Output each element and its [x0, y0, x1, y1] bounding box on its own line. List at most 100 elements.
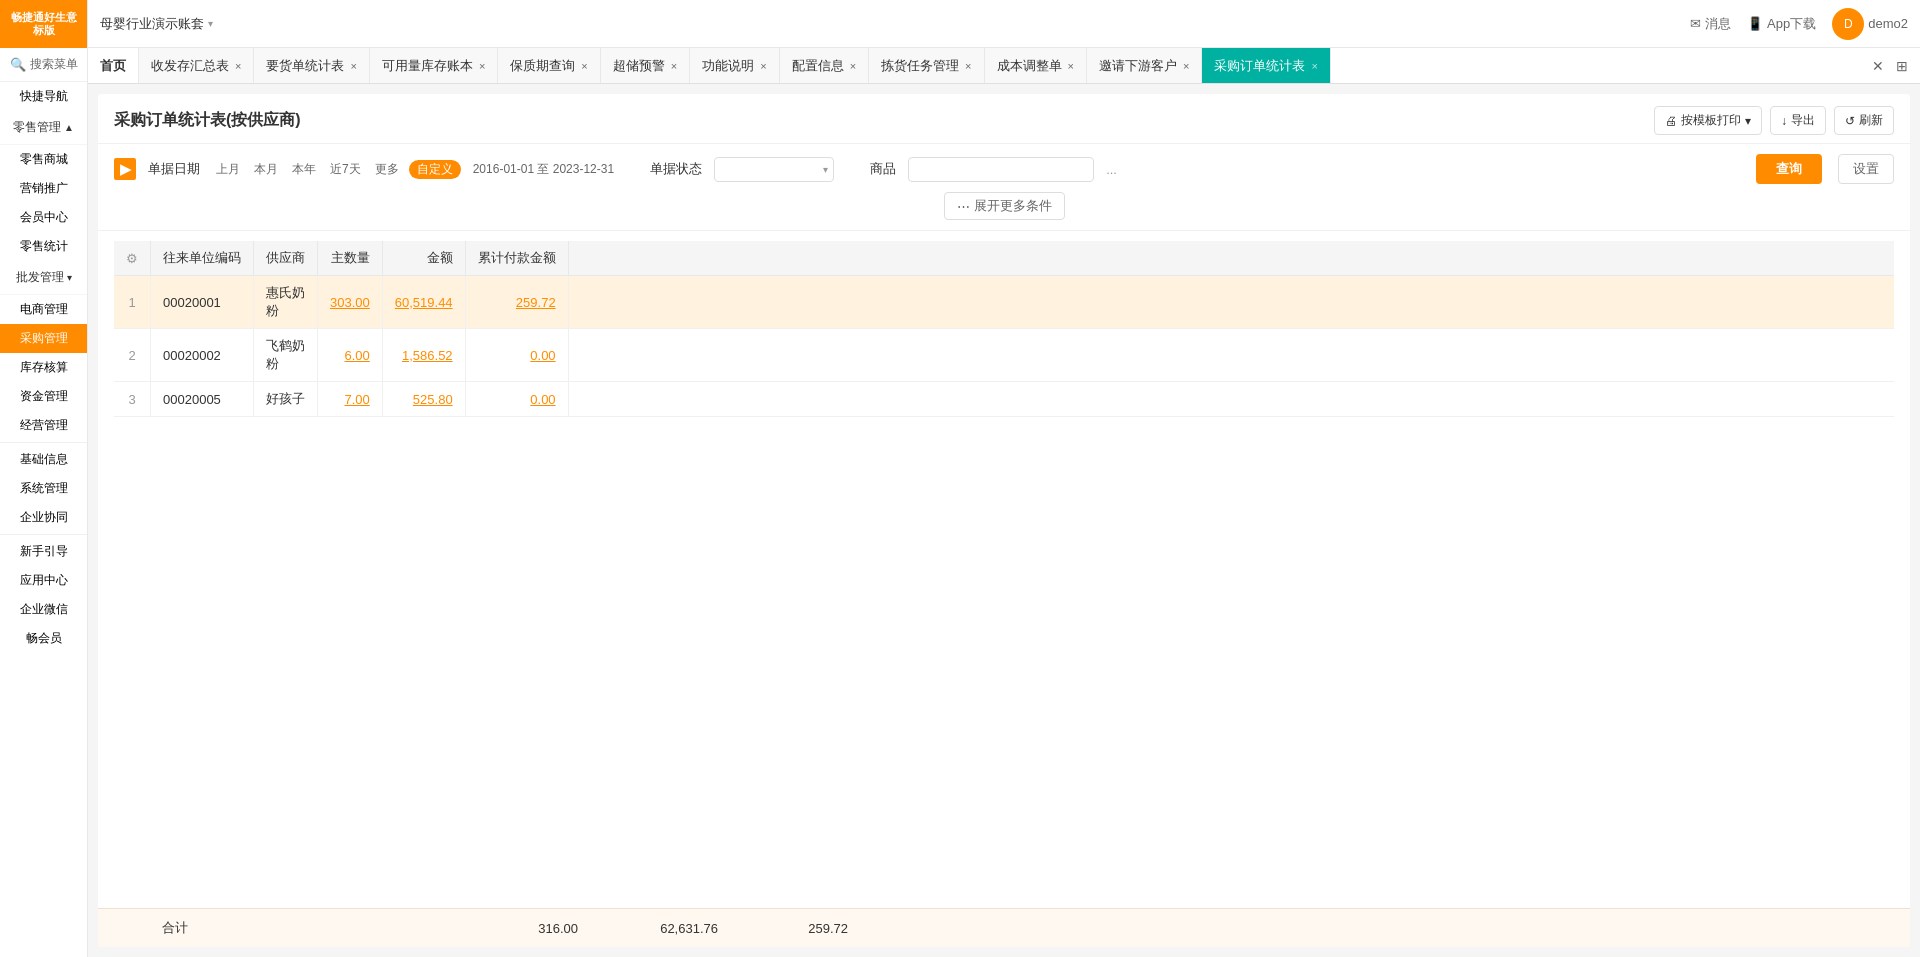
print-arrow-icon: ▾: [1745, 114, 1751, 128]
tab-keyongliang[interactable]: 可用量库存账本 ×: [370, 48, 498, 83]
close-icon[interactable]: ×: [965, 60, 971, 72]
filter-expand-button[interactable]: ▶: [114, 158, 136, 180]
query-button[interactable]: 查询: [1756, 154, 1822, 184]
tab-chengben[interactable]: 成本调整单 ×: [985, 48, 1087, 83]
tab-yaohuo[interactable]: 要货单统计表 ×: [254, 48, 369, 83]
sidebar-item-basic[interactable]: 基础信息: [0, 445, 87, 474]
row-spacer: [568, 329, 1894, 382]
sidebar-item-member2[interactable]: 畅会员: [0, 624, 87, 653]
status-select[interactable]: [714, 157, 834, 182]
table-footer: 合计 316.00 62,631.76 259.72: [98, 908, 1910, 947]
close-icon[interactable]: ×: [479, 60, 485, 72]
close-icon[interactable]: ×: [760, 60, 766, 72]
user-profile-button[interactable]: D demo2: [1832, 8, 1908, 40]
row-spacer: [568, 276, 1894, 329]
main-area: 母婴行业演示账套 ▾ ✉ 消息 📱 App下载 D demo2: [88, 0, 1920, 957]
sidebar-item-ecommerce[interactable]: 电商管理: [0, 295, 87, 324]
goods-input[interactable]: [908, 157, 1094, 182]
row-amount[interactable]: 1,586.52: [382, 329, 465, 382]
row-paid[interactable]: 0.00: [465, 382, 568, 417]
sidebar-item-wechat[interactable]: 企业微信: [0, 595, 87, 624]
shortcut-last-month[interactable]: 上月: [212, 159, 244, 180]
row-amount[interactable]: 60,519.44: [382, 276, 465, 329]
sidebar-item-finance[interactable]: 资金管理: [0, 382, 87, 411]
tab-zhahuo[interactable]: 拣货任务管理 ×: [869, 48, 984, 83]
table-row[interactable]: 3 00020005 好孩子 7.00 525.80 0.00: [114, 382, 1894, 417]
expand-more-button[interactable]: ⋯ 展开更多条件: [944, 192, 1065, 220]
sidebar-item-operation[interactable]: 经营管理: [0, 411, 87, 440]
workspace-selector[interactable]: 母婴行业演示账套 ▾: [100, 15, 213, 33]
row-amount[interactable]: 525.80: [382, 382, 465, 417]
tab-caigou[interactable]: 采购订单统计表 ×: [1202, 48, 1330, 83]
shortcut-this-month[interactable]: 本月: [250, 159, 282, 180]
sidebar-item-retail-stat[interactable]: 零售统计: [0, 232, 87, 261]
tab-peizhi[interactable]: 配置信息 ×: [780, 48, 869, 83]
row-paid[interactable]: 0.00: [465, 329, 568, 382]
message-label: 消息: [1705, 15, 1731, 33]
refresh-button[interactable]: ↺ 刷新: [1834, 106, 1894, 135]
shortcut-this-year[interactable]: 本年: [288, 159, 320, 180]
tab-home[interactable]: 首页: [88, 48, 139, 83]
close-icon[interactable]: ×: [235, 60, 241, 72]
row-paid[interactable]: 259.72: [465, 276, 568, 329]
close-icon[interactable]: ×: [1068, 60, 1074, 72]
close-icon[interactable]: ×: [350, 60, 356, 72]
sidebar-item-inventory[interactable]: 库存核算: [0, 353, 87, 382]
expand-tab-button[interactable]: ⊞: [1892, 56, 1912, 76]
goods-filter-label: 商品: [870, 160, 896, 178]
print-button[interactable]: 🖨 按模板打印 ▾: [1654, 106, 1762, 135]
sidebar-item-system[interactable]: 系统管理: [0, 474, 87, 503]
row-qty[interactable]: 7.00: [318, 382, 383, 417]
status-filter-label: 单据状态: [650, 160, 702, 178]
message-button[interactable]: ✉ 消息: [1690, 15, 1731, 33]
shortcut-more[interactable]: 更多: [371, 159, 403, 180]
data-table: ⚙ 往来单位编码 供应商 主数量 金额 累计付款金额 1 00020001: [114, 241, 1894, 417]
table-row[interactable]: 2 00020002 飞鹤奶粉 6.00 1,586.52 0.00: [114, 329, 1894, 382]
tab-yaoqing-label: 邀请下游客户: [1099, 57, 1177, 75]
table-area: ⚙ 往来单位编码 供应商 主数量 金额 累计付款金额 1 00020001: [98, 231, 1910, 908]
tab-baozhiqi[interactable]: 保质期查询 ×: [498, 48, 600, 83]
sidebar-item-appstore[interactable]: 应用中心: [0, 566, 87, 595]
filter-row-1: ▶ 单据日期 上月 本月 本年 近7天 更多 自定义 2016-01-01 至 …: [114, 154, 1894, 184]
goods-more-icon[interactable]: ...: [1106, 162, 1117, 177]
footer-qty: 316.00: [498, 921, 578, 936]
close-icon[interactable]: ×: [581, 60, 587, 72]
settings-button[interactable]: 设置: [1838, 154, 1894, 184]
sidebar-item-purchase[interactable]: 采购管理: [0, 324, 87, 353]
gear-icon[interactable]: ⚙: [126, 251, 138, 266]
sidebar-item-marketing[interactable]: 营销推广: [0, 174, 87, 203]
status-select-wrapper: [714, 157, 834, 182]
table-row[interactable]: 1 00020001 惠氏奶粉 303.00 60,519.44 259.72: [114, 276, 1894, 329]
tab-gongneng[interactable]: 功能说明 ×: [690, 48, 779, 83]
close-icon[interactable]: ×: [671, 60, 677, 72]
col-paid: 累计付款金额: [465, 241, 568, 276]
sidebar-item-wholesale[interactable]: 批发管理 ▾: [0, 261, 87, 295]
sidebar-item-member[interactable]: 会员中心: [0, 203, 87, 232]
tab-shoufayuhui-label: 收发存汇总表: [151, 57, 229, 75]
search-menu-item[interactable]: 🔍 搜索菜单: [0, 48, 87, 82]
sidebar-item-newbie[interactable]: 新手引导: [0, 537, 87, 566]
tab-shoufayuhui[interactable]: 收发存汇总表 ×: [139, 48, 254, 83]
sidebar-item-corp[interactable]: 企业协同: [0, 503, 87, 532]
tab-chaochuyujing[interactable]: 超储预警 ×: [601, 48, 690, 83]
avatar-initial: D: [1844, 17, 1853, 31]
close-icon[interactable]: ×: [1183, 60, 1189, 72]
close-tab-button[interactable]: ✕: [1868, 56, 1888, 76]
user-name: demo2: [1868, 16, 1908, 31]
app-download-button[interactable]: 📱 App下载: [1747, 15, 1816, 33]
logo-line2: 标版: [11, 24, 77, 37]
date-filter-label: 单据日期: [148, 160, 200, 178]
sidebar-item-retail[interactable]: 零售管理 ▲: [0, 111, 87, 145]
close-icon[interactable]: ×: [1311, 60, 1317, 72]
row-qty[interactable]: 6.00: [318, 329, 383, 382]
row-qty[interactable]: 303.00: [318, 276, 383, 329]
tab-yaoqing[interactable]: 邀请下游客户 ×: [1087, 48, 1202, 83]
filter-bar: ▶ 单据日期 上月 本月 本年 近7天 更多 自定义 2016-01-01 至 …: [98, 144, 1910, 231]
export-button[interactable]: ↓ 导出: [1770, 106, 1826, 135]
close-icon[interactable]: ×: [850, 60, 856, 72]
sidebar-item-retail-mall[interactable]: 零售商城: [0, 145, 87, 174]
col-supplier: 供应商: [254, 241, 318, 276]
custom-date-badge[interactable]: 自定义: [409, 160, 461, 179]
shortcut-7days[interactable]: 近7天: [326, 159, 365, 180]
sidebar-item-shortcut[interactable]: 快捷导航: [0, 82, 87, 111]
